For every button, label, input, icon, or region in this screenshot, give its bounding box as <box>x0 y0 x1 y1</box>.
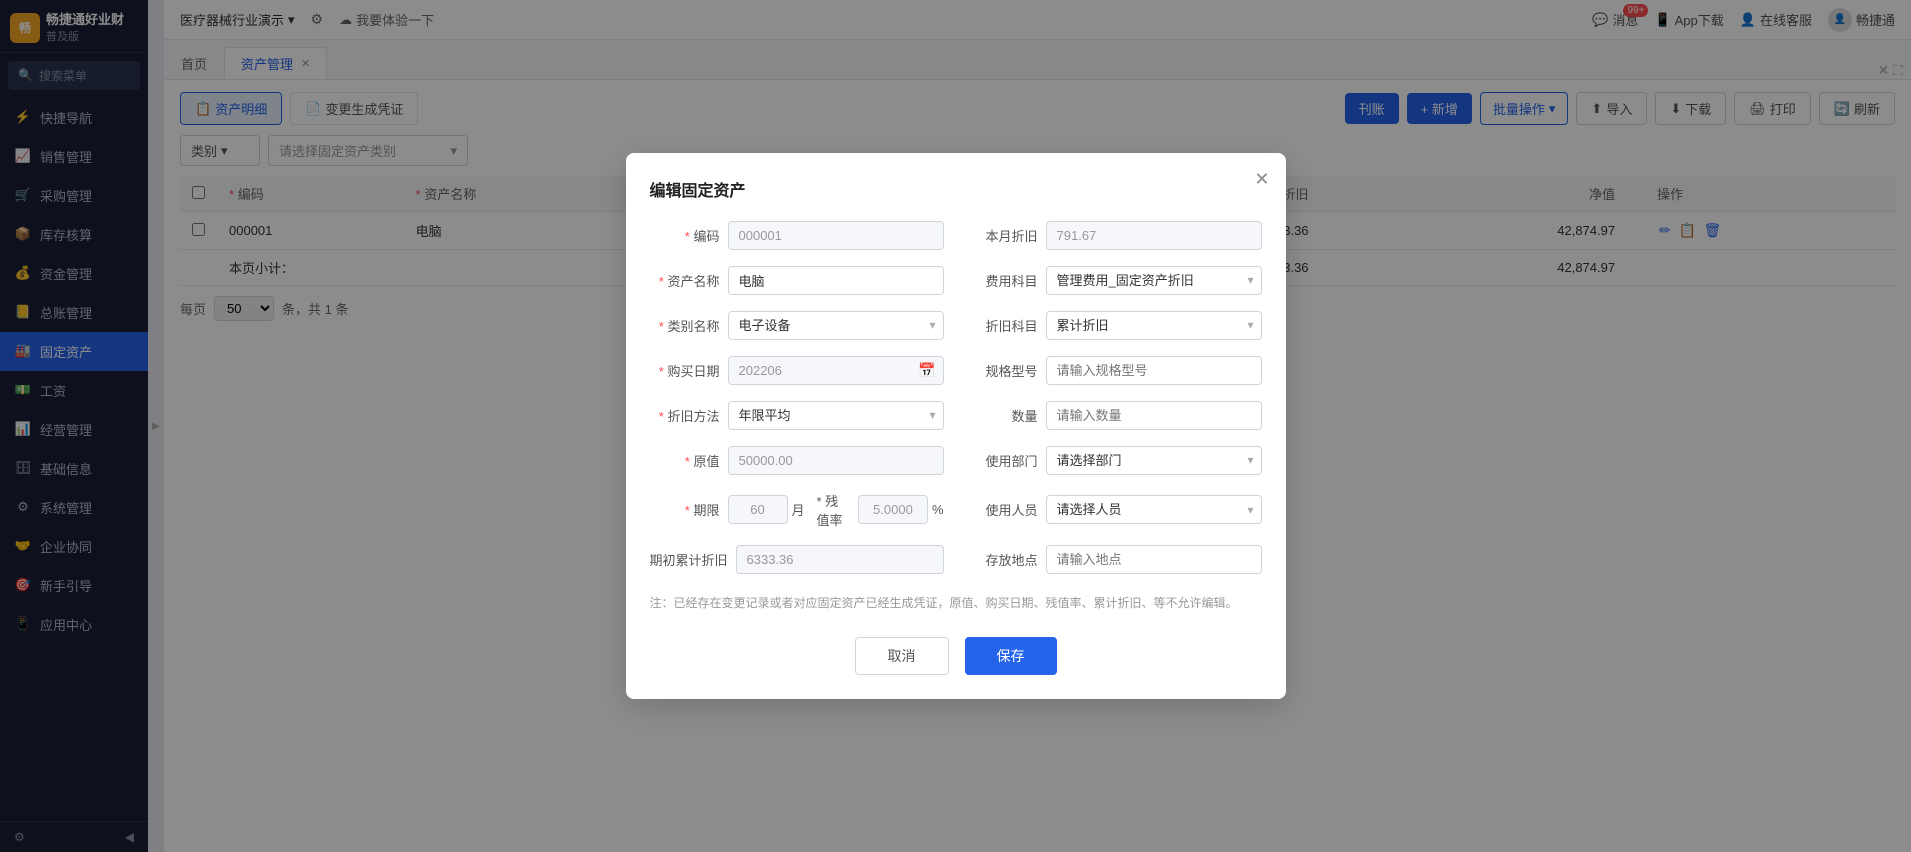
form-group-period-residual: * 期限 月 * 残值率 % <box>650 491 944 529</box>
initial-dep-label: 期初累计折旧 <box>650 550 728 569</box>
category-select[interactable]: 电子设备 <box>728 311 944 340</box>
edit-fixed-asset-modal: 编辑固定资产 ✕ * 编码 本月折旧 <box>626 153 1286 699</box>
residual-pct: % <box>932 502 944 517</box>
form-note: 注：已经存在变更记录或者对应固定资产已经生成凭证，原值、购买日期、残值率、累计折… <box>650 594 1262 613</box>
location-label: 存放地点 <box>968 550 1038 569</box>
spec-input[interactable] <box>1046 356 1262 385</box>
calendar-icon: 📅 <box>918 362 935 379</box>
residual-rate-input[interactable] <box>858 495 928 524</box>
quantity-label: 数量 <box>968 406 1038 425</box>
category-label: * 类别名称 <box>650 316 720 335</box>
modal-close-button[interactable]: ✕ <box>1254 169 1269 190</box>
dep-account-label: 折旧科目 <box>968 316 1038 335</box>
save-button[interactable]: 保存 <box>965 637 1057 675</box>
form-group-monthly-dep: 本月折旧 <box>968 221 1262 250</box>
form-group-initial-dep: 期初累计折旧 <box>650 545 944 574</box>
dep-account-select[interactable]: 累计折旧 <box>1046 311 1262 340</box>
cancel-button[interactable]: 取消 <box>855 637 949 675</box>
modal-title: 编辑固定资产 <box>650 177 1262 201</box>
purchase-date-input[interactable] <box>728 356 944 385</box>
quantity-input[interactable] <box>1046 401 1262 430</box>
code-label: * 编码 <box>650 226 720 245</box>
period-unit: 月 <box>792 500 805 519</box>
department-label: 使用部门 <box>968 451 1038 470</box>
form-group-spec: 规格型号 <box>968 356 1262 385</box>
department-select[interactable]: 请选择部门 <box>1046 446 1262 475</box>
form-group-quantity: 数量 <box>968 401 1262 430</box>
period-label: * 期限 <box>650 500 720 519</box>
dep-method-select[interactable]: 年限平均 <box>728 401 944 430</box>
form-group-expense-account: 费用科目 管理费用_固定资产折旧 ▾ <box>968 266 1262 295</box>
form-group-dep-account: 折旧科目 累计折旧 ▾ <box>968 311 1262 340</box>
expense-account-select[interactable]: 管理费用_固定资产折旧 <box>1046 266 1262 295</box>
form-group-original-value: * 原值 <box>650 446 944 475</box>
user-select[interactable]: 请选择人员 <box>1046 495 1262 524</box>
form-group-location: 存放地点 <box>968 545 1262 574</box>
name-label: * 资产名称 <box>650 271 720 290</box>
modal-overlay: 编辑固定资产 ✕ * 编码 本月折旧 <box>0 0 1911 852</box>
form-group-user: 使用人员 请选择人员 ▾ <box>968 491 1262 529</box>
code-input[interactable] <box>728 221 944 250</box>
name-input[interactable] <box>728 266 944 295</box>
expense-account-label: 费用科目 <box>968 271 1038 290</box>
original-value-input[interactable] <box>728 446 944 475</box>
modal-footer: 取消 保存 <box>650 637 1262 675</box>
monthly-dep-input <box>1046 221 1262 250</box>
purchase-date-label: * 购买日期 <box>650 361 720 380</box>
form-group-category: * 类别名称 电子设备 ▾ <box>650 311 944 340</box>
form-group-department: 使用部门 请选择部门 ▾ <box>968 446 1262 475</box>
dep-method-label: * 折旧方法 <box>650 406 720 425</box>
form-group-code: * 编码 <box>650 221 944 250</box>
original-value-label: * 原值 <box>650 451 720 470</box>
period-input[interactable] <box>728 495 788 524</box>
form-group-dep-method: * 折旧方法 年限平均 ▾ <box>650 401 944 430</box>
user-label: 使用人员 <box>968 500 1038 519</box>
initial-dep-input[interactable] <box>736 545 944 574</box>
spec-label: 规格型号 <box>968 361 1038 380</box>
form-group-purchase-date: * 购买日期 📅 <box>650 356 944 385</box>
monthly-dep-label: 本月折旧 <box>968 226 1038 245</box>
form-group-name: * 资产名称 <box>650 266 944 295</box>
modal-form: * 编码 本月折旧 * 资产名称 <box>650 221 1262 613</box>
location-input[interactable] <box>1046 545 1262 574</box>
